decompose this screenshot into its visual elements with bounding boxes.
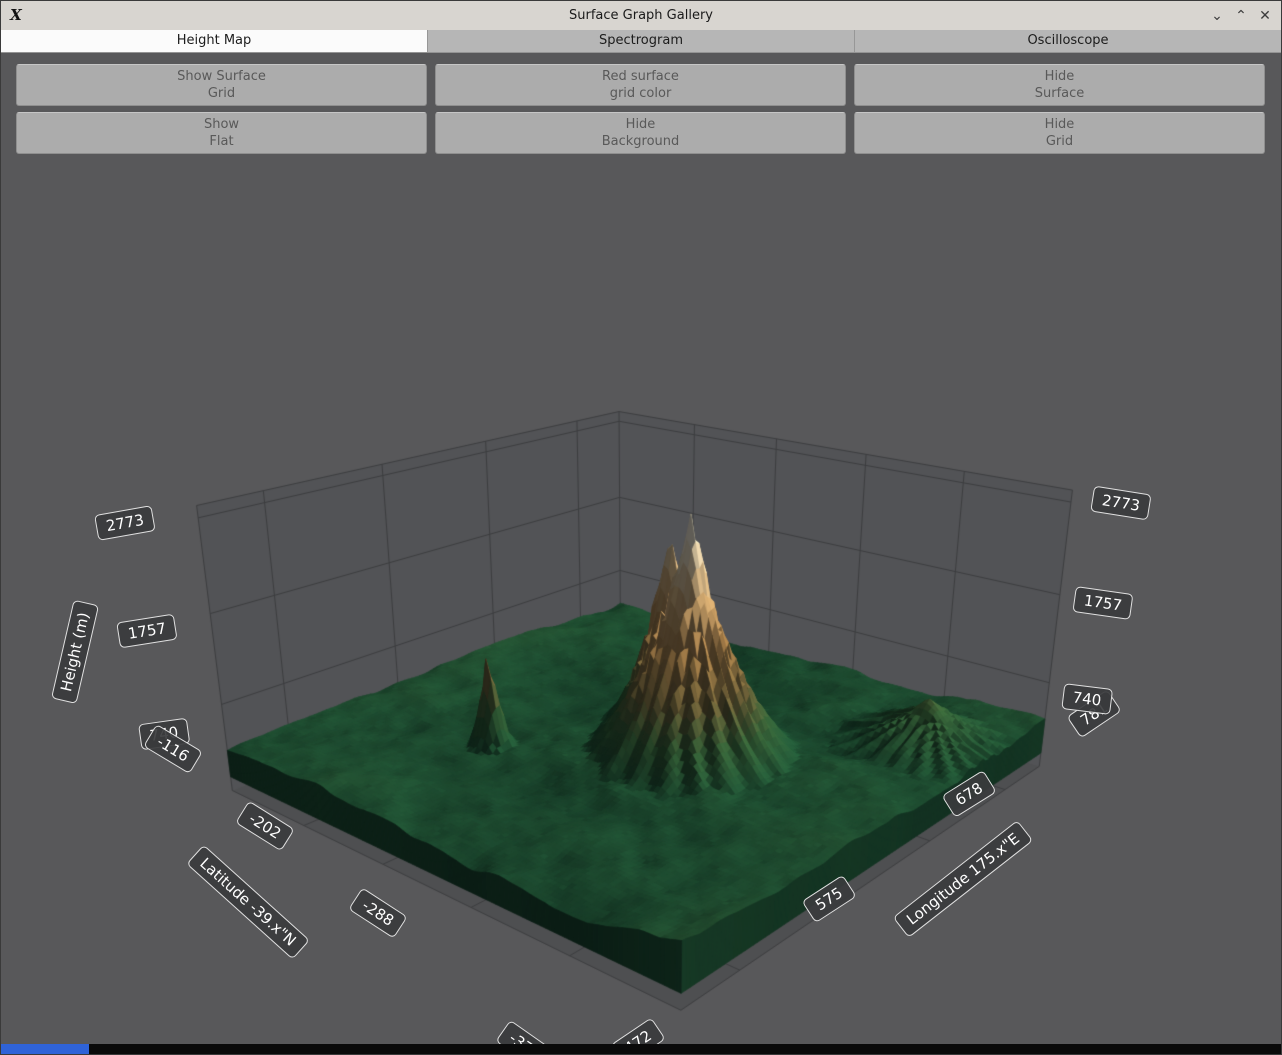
taskbar-strip [1,1044,1281,1054]
show-flat-button[interactable]: Show Flat [16,112,427,154]
app-window: X Surface Graph Gallery ⌄ ⌃ ✕ Height Map… [0,0,1282,1055]
chevron-up-icon: ⌃ [1235,8,1247,24]
button-label: Background [436,133,845,150]
hide-grid-button[interactable]: Hide Grid [854,112,1265,154]
tab-height-map[interactable]: Height Map [1,30,428,52]
button-label: Red surface [436,68,845,85]
tab-bar: Height Map Spectrogram Oscilloscope [1,30,1281,53]
close-icon: ✕ [1259,8,1271,24]
button-label: Show Surface [17,68,426,85]
button-label: Grid [17,85,426,102]
tab-spectrogram[interactable]: Spectrogram [428,30,855,52]
button-label: Hide [436,116,845,133]
hide-background-button[interactable]: Hide Background [435,112,846,154]
button-label: Flat [17,133,426,150]
control-panel: Show Surface Grid Red surface grid color… [16,64,1265,154]
minimize-button[interactable]: ⌄ [1205,4,1229,28]
button-label: Hide [855,68,1264,85]
surface-plot-canvas[interactable] [1,1,1282,1055]
button-label: grid color [436,85,845,102]
hide-surface-button[interactable]: Hide Surface [854,64,1265,106]
tab-oscilloscope[interactable]: Oscilloscope [855,30,1281,52]
window-title: Surface Graph Gallery [1,1,1281,30]
button-label: Surface [855,85,1264,102]
surface-grid-color-button[interactable]: Red surface grid color [435,64,846,106]
titlebar: X Surface Graph Gallery ⌄ ⌃ ✕ [1,1,1281,31]
button-label: Hide [855,116,1264,133]
button-label: Show [17,116,426,133]
show-surface-grid-button[interactable]: Show Surface Grid [16,64,427,106]
button-label: Grid [855,133,1264,150]
chevron-down-icon: ⌄ [1211,8,1223,24]
close-button[interactable]: ✕ [1253,4,1277,28]
maximize-button[interactable]: ⌃ [1229,4,1253,28]
taskbar-active-item[interactable] [1,1044,89,1054]
